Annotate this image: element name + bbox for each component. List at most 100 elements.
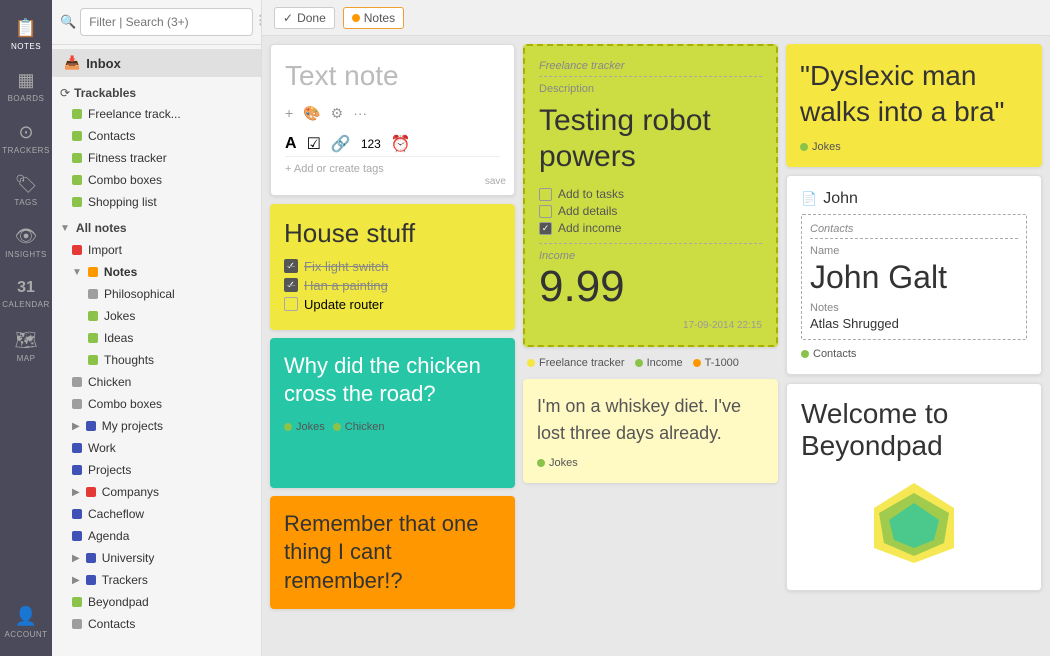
search-input[interactable]: [80, 8, 253, 36]
contacts-tag[interactable]: Contacts: [801, 348, 856, 360]
card-timestamp: 17-09-2014 22:15: [539, 320, 762, 331]
note-group-chicken[interactable]: Chicken: [52, 371, 261, 393]
more-icon[interactable]: ···: [353, 105, 367, 121]
jokes-tag[interactable]: Jokes: [284, 421, 325, 433]
note-group-work[interactable]: Work: [52, 437, 261, 459]
note-group-notes[interactable]: ▼ Notes: [52, 261, 261, 283]
sub-note-philosophical[interactable]: Philosophical: [52, 283, 261, 305]
save-button[interactable]: save: [485, 176, 506, 187]
group-dot: [72, 465, 82, 475]
all-notes-header[interactable]: ▼ All notes: [52, 217, 261, 239]
column-2: Freelance tracker Description Testing ro…: [523, 44, 778, 648]
nav-boards[interactable]: ▦ BOARDS: [0, 60, 52, 112]
tag-dot: [333, 423, 341, 431]
trackable-item-3[interactable]: Combo boxes: [52, 169, 261, 191]
inbox-item[interactable]: 📥 Inbox: [52, 49, 261, 77]
note-group-companys[interactable]: ▶ Companys: [52, 481, 261, 503]
tag-dot: [537, 459, 545, 467]
trackable-item-1[interactable]: Contacts: [52, 125, 261, 147]
add-icon[interactable]: +: [285, 105, 293, 121]
task-checkbox-1[interactable]: [539, 205, 552, 218]
income-tag[interactable]: Income: [635, 357, 683, 369]
checklist-icon[interactable]: ☑: [307, 134, 321, 154]
column-3: "Dyslexic man walks into a bra" Jokes 📄 …: [786, 44, 1042, 648]
nav-notes[interactable]: 📋 NOTES: [0, 8, 52, 60]
notes-field-value: Atlas Shrugged: [810, 316, 1018, 331]
dyslexic-jokes-tag[interactable]: Jokes: [800, 141, 841, 153]
text-format-icon[interactable]: A: [285, 135, 297, 153]
note-group-cacheflow[interactable]: Cacheflow: [52, 503, 261, 525]
task-checkbox-0[interactable]: [539, 188, 552, 201]
freelance-tasks: Add to tasks Add details ✓ Add income: [539, 187, 762, 235]
checkbox-1[interactable]: ✓: [284, 278, 298, 292]
notes-filter-button[interactable]: Notes: [343, 7, 404, 29]
group-dot: [72, 443, 82, 453]
nav-trackers[interactable]: ⊙ TRACKERS: [0, 112, 52, 164]
john-card-footer: Contacts: [801, 348, 1027, 360]
house-card-title: House stuff: [284, 218, 501, 249]
tags-icon: 🏷: [15, 174, 38, 195]
welcome-card: Welcome to Beyondpad: [786, 383, 1042, 591]
note-group-comboboxes[interactable]: Combo boxes: [52, 393, 261, 415]
beyondpad-logo-container: [801, 470, 1027, 576]
t1000-tag[interactable]: T-1000: [693, 357, 739, 369]
nav-insights[interactable]: 👁 INSIGHTS: [0, 216, 52, 268]
note-group-beyondpad[interactable]: Beyondpad: [52, 591, 261, 613]
note-group-myprojects[interactable]: ▶ My projects: [52, 415, 261, 437]
trackable-item-0[interactable]: Freelance track...: [52, 103, 261, 125]
color-icon[interactable]: 🎨: [303, 105, 320, 122]
freelance-desc-label: Description: [539, 83, 762, 95]
trackable-item-4[interactable]: Shopping list: [52, 191, 261, 213]
note-group-agenda[interactable]: Agenda: [52, 525, 261, 547]
note-group-contacts[interactable]: Contacts: [52, 613, 261, 635]
notes-badge: [352, 14, 360, 22]
note-group-university[interactable]: ▶ University: [52, 547, 261, 569]
person-icon: 📄: [801, 191, 817, 207]
task-item-0: Add to tasks: [539, 187, 762, 201]
nav-calendar[interactable]: 31 CALENDAR: [0, 268, 52, 320]
full-name-display: John Galt: [810, 259, 1018, 296]
sub-note-ideas[interactable]: Ideas: [52, 327, 261, 349]
chevron-right-icon: ▶: [72, 421, 80, 432]
note-group-import[interactable]: Import: [52, 239, 261, 261]
trackables-section-header[interactable]: ⟳ Trackables: [52, 81, 261, 103]
whiskey-jokes-tag[interactable]: Jokes: [537, 457, 578, 469]
sub-note-thoughts[interactable]: Thoughts: [52, 349, 261, 371]
group-dot: [86, 487, 96, 497]
remember-card-title: Remember that one thing I cant remember!…: [284, 510, 501, 596]
note-group-trackers[interactable]: ▶ Trackers: [52, 569, 261, 591]
freelance-card-title: Testing robot powers: [539, 103, 762, 175]
nav-map[interactable]: 🗺 MAP: [0, 320, 52, 372]
tag-dot: [527, 359, 535, 367]
nav-tags[interactable]: 🏷 TAGS: [0, 164, 52, 216]
checkbox-0[interactable]: ✓: [284, 259, 298, 273]
sub-dot: [88, 355, 98, 365]
house-stuff-card: House stuff ✓ Fix light switch ✓ Han a p…: [270, 204, 515, 330]
card-toolbar-row2: A ☑ 🔗 123 ⏰: [285, 132, 500, 156]
settings-icon[interactable]: ⚙: [331, 105, 344, 122]
note-group-projects[interactable]: Projects: [52, 459, 261, 481]
welcome-card-title: Welcome to Beyondpad: [801, 398, 1027, 462]
calendar-icon: 31: [17, 279, 35, 297]
done-button[interactable]: ✓ Done: [274, 7, 335, 29]
income-label: Income: [539, 250, 762, 262]
nav-account[interactable]: 👤 ACCOUNT: [0, 596, 52, 648]
trackable-dot: [72, 197, 82, 207]
sidebar-search-bar: 🔍 ⠿: [52, 0, 261, 45]
whiskey-card: I'm on a whiskey diet. I've lost three d…: [523, 379, 778, 483]
hash-icon[interactable]: 123: [361, 137, 381, 151]
freelance-tracker-card: Freelance tracker Description Testing ro…: [523, 44, 778, 347]
trackable-item-2[interactable]: Fitness tracker: [52, 147, 261, 169]
inbox-icon: 📥: [64, 55, 80, 71]
link-icon[interactable]: 🔗: [331, 134, 351, 154]
task-checkbox-2[interactable]: ✓: [539, 222, 552, 235]
checkbox-2[interactable]: [284, 297, 298, 311]
map-icon: 🗺: [15, 330, 38, 351]
freelance-tracker-tag[interactable]: Freelance tracker: [527, 357, 625, 369]
clock-icon[interactable]: ⏰: [391, 134, 411, 154]
checklist-item-1: ✓ Han a painting: [284, 278, 501, 293]
add-tags-area[interactable]: + Add or create tags: [285, 156, 500, 181]
sub-note-jokes[interactable]: Jokes: [52, 305, 261, 327]
chicken-tag[interactable]: Chicken: [333, 421, 385, 433]
dyslexic-card: "Dyslexic man walks into a bra" Jokes: [786, 44, 1042, 167]
